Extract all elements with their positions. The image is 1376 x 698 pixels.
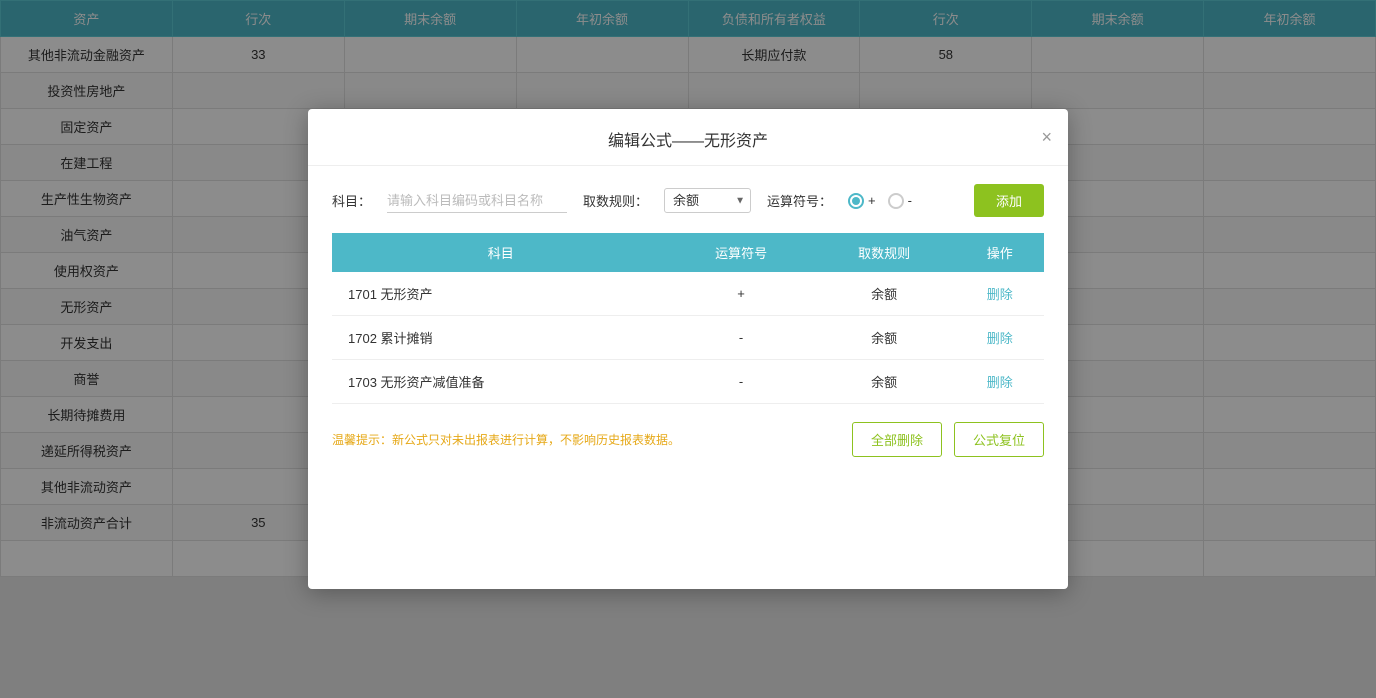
radio-minus[interactable]: - xyxy=(888,193,912,209)
modal-dialog: 编辑公式——无形资产 × 科目： 取数规则： 余额借方贷方借方累计贷方累计 ▼ … xyxy=(308,109,1068,589)
modal-table-header-cell: 运算符号 xyxy=(670,233,813,272)
action-cell: 删除 xyxy=(956,316,1044,360)
rule-select-wrapper[interactable]: 余额借方贷方借方累计贷方累计 ▼ xyxy=(664,188,751,213)
modal-table-header-cell: 科目 xyxy=(332,233,670,272)
subject-input[interactable] xyxy=(387,189,567,213)
radio-plus[interactable]: + xyxy=(848,193,876,209)
operator-label: 运算符号： xyxy=(767,191,832,210)
subject-cell: 1702 累计摊销 xyxy=(332,316,670,360)
modal-table-header: 科目运算符号取数规则操作 xyxy=(332,233,1044,272)
rule-cell: 余额 xyxy=(813,316,956,360)
action-cell: 删除 xyxy=(956,360,1044,404)
modal-table-body: 1701 无形资产+余额删除1702 累计摊销-余额删除1703 无形资产减值准… xyxy=(332,272,1044,404)
modal-table-header-cell: 操作 xyxy=(956,233,1044,272)
add-button[interactable]: 添加 xyxy=(974,184,1044,217)
modal-table-wrap: 科目运算符号取数规则操作 1701 无形资产+余额删除1702 累计摊销-余额删… xyxy=(308,233,1068,404)
radio-plus-circle xyxy=(848,193,864,209)
modal-table-row: 1701 无形资产+余额 删除 xyxy=(332,272,1044,316)
modal-title: 编辑公式——无形资产 xyxy=(608,127,768,151)
delete-row-button[interactable]: 删除 xyxy=(987,328,1013,347)
rule-cell: 余额 xyxy=(813,272,956,316)
radio-minus-label: - xyxy=(908,193,912,208)
radio-minus-circle xyxy=(888,193,904,209)
delete-row-button[interactable]: 删除 xyxy=(987,372,1013,391)
modal-table-header-cell: 取数规则 xyxy=(813,233,956,272)
subject-cell: 1701 无形资产 xyxy=(332,272,670,316)
modal-overlay: 编辑公式——无形资产 × 科目： 取数规则： 余额借方贷方借方累计贷方累计 ▼ … xyxy=(0,0,1376,698)
modal-form-row: 科目： 取数规则： 余额借方贷方借方累计贷方累计 ▼ 运算符号： + - 添加 xyxy=(308,166,1068,227)
radio-plus-label: + xyxy=(868,193,876,208)
reset-formula-button[interactable]: 公式复位 xyxy=(954,422,1044,457)
modal-table-row: 1703 无形资产减值准备-余额 删除 xyxy=(332,360,1044,404)
rule-select[interactable]: 余额借方贷方借方累计贷方累计 xyxy=(664,188,751,213)
modal-table: 科目运算符号取数规则操作 1701 无形资产+余额删除1702 累计摊销-余额删… xyxy=(332,233,1044,404)
footer-tip: 温馨提示：新公式只对未出报表进行计算，不影响历史报表数据。 xyxy=(332,431,680,448)
operator-cell: - xyxy=(670,316,813,360)
delete-row-button[interactable]: 删除 xyxy=(987,284,1013,303)
modal-table-row: 1702 累计摊销-余额 删除 xyxy=(332,316,1044,360)
operator-radio-group: + - xyxy=(848,193,912,209)
modal-header: 编辑公式——无形资产 × xyxy=(308,109,1068,166)
rule-cell: 余额 xyxy=(813,360,956,404)
subject-cell: 1703 无形资产减值准备 xyxy=(332,360,670,404)
rule-label: 取数规则： xyxy=(583,191,648,210)
subject-label: 科目： xyxy=(332,191,371,210)
operator-cell: - xyxy=(670,360,813,404)
modal-footer: 温馨提示：新公式只对未出报表进行计算，不影响历史报表数据。 全部删除 公式复位 xyxy=(308,404,1068,457)
action-cell: 删除 xyxy=(956,272,1044,316)
modal-close-button[interactable]: × xyxy=(1041,128,1052,146)
delete-all-button[interactable]: 全部删除 xyxy=(852,422,942,457)
operator-cell: + xyxy=(670,272,813,316)
footer-buttons: 全部删除 公式复位 xyxy=(852,422,1044,457)
